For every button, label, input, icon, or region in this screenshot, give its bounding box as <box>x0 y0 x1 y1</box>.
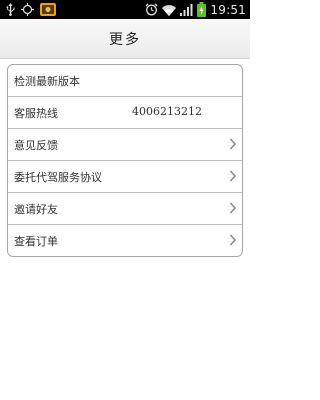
alarm-icon <box>145 3 158 16</box>
menu-item-label: 意见反馈 <box>14 139 58 152</box>
content-area: 检测最新版本 客服热线 4006213212 意见反馈 委托代驾服务协议 邀请好… <box>0 59 250 400</box>
battery-icon <box>197 2 207 17</box>
title-bar: 更多 <box>0 19 250 59</box>
hotline-number: 4006213212 <box>132 105 202 118</box>
chevron-right-icon <box>229 138 237 150</box>
menu-item-label: 委托代驾服务协议 <box>14 171 102 184</box>
menu-item-invite-friends[interactable]: 邀请好友 <box>8 193 242 225</box>
wifi-icon <box>162 4 177 16</box>
chevron-right-icon <box>229 234 237 246</box>
menu-item-service-agreement[interactable]: 委托代驾服务协议 <box>8 161 242 193</box>
menu-item-customer-hotline[interactable]: 客服热线 4006213212 <box>8 97 242 129</box>
page-title: 更多 <box>109 32 141 48</box>
menu-item-label: 客服热线 <box>14 107 58 120</box>
menu-item-label: 邀请好友 <box>14 203 58 216</box>
status-bar: 19:51 <box>0 0 250 19</box>
gps-icon <box>21 3 34 16</box>
chevron-right-icon <box>229 170 237 182</box>
menu-list: 检测最新版本 客服热线 4006213212 意见反馈 委托代驾服务协议 邀请好… <box>7 64 243 257</box>
menu-item-view-orders[interactable]: 查看订单 <box>8 225 242 256</box>
menu-item-label: 查看订单 <box>14 235 58 248</box>
menu-item-label: 检测最新版本 <box>14 75 80 88</box>
usb-icon <box>6 3 15 16</box>
chevron-right-icon <box>229 202 237 214</box>
signal-icon <box>180 3 193 16</box>
menu-item-feedback[interactable]: 意见反馈 <box>8 129 242 161</box>
status-time: 19:51 <box>210 2 246 17</box>
menu-item-check-update[interactable]: 检测最新版本 <box>8 65 242 97</box>
app-notification-icon <box>40 3 56 16</box>
